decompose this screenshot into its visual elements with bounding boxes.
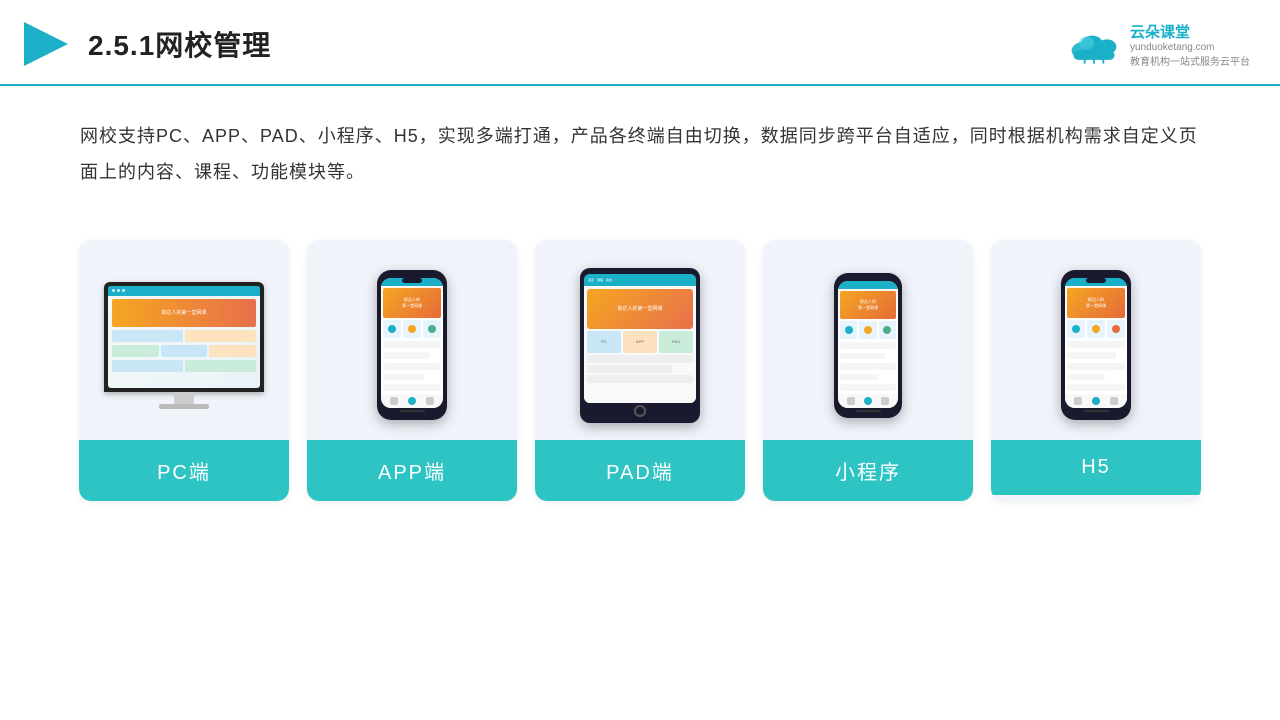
card-h5-label: H5 bbox=[991, 440, 1201, 495]
card-app: 职达人的第一堂网课 bbox=[307, 240, 517, 501]
header-left: 2.5.1网校管理 bbox=[20, 18, 271, 70]
logo-icon bbox=[1066, 24, 1122, 64]
card-miniprogram: 职达人的第一堂网课 bbox=[763, 240, 973, 501]
card-pad-image: 首页 课程 我的 职达人的第一堂网课 PC APP PAD bbox=[535, 240, 745, 440]
card-app-label: APP端 bbox=[307, 440, 517, 501]
card-h5-image: 职达人的第一堂网课 bbox=[991, 240, 1201, 440]
card-h5: 职达人的第一堂网课 bbox=[991, 240, 1201, 501]
play-icon bbox=[20, 18, 72, 70]
header: 2.5.1网校管理 云朵课堂 yunduoketang.com 教育机构一站式服… bbox=[0, 0, 1280, 86]
card-miniprogram-image: 职达人的第一堂网课 bbox=[763, 240, 973, 440]
card-pc-label: PC端 bbox=[79, 440, 289, 501]
card-pc-image: 职达人的第一堂网课 bbox=[79, 240, 289, 440]
card-miniprogram-label: 小程序 bbox=[763, 440, 973, 501]
app-device-mock: 职达人的第一堂网课 bbox=[377, 270, 447, 420]
card-pad: 首页 课程 我的 职达人的第一堂网课 PC APP PAD bbox=[535, 240, 745, 501]
logo-text: 云朵课堂 yunduoketang.com 教育机构一站式服务云平台 bbox=[1130, 21, 1250, 68]
card-pad-label: PAD端 bbox=[535, 440, 745, 501]
card-pc: 职达人的第一堂网课 bbox=[79, 240, 289, 501]
logo-area: 云朵课堂 yunduoketang.com 教育机构一站式服务云平台 bbox=[1066, 21, 1250, 68]
card-app-image: 职达人的第一堂网课 bbox=[307, 240, 517, 440]
miniprogram-device-mock: 职达人的第一堂网课 bbox=[834, 273, 902, 418]
cards-container: 职达人的第一堂网课 bbox=[0, 220, 1280, 531]
h5-device-mock: 职达人的第一堂网课 bbox=[1061, 270, 1131, 420]
pc-device-mock: 职达人的第一堂网课 bbox=[104, 282, 264, 409]
pad-device-mock: 首页 课程 我的 职达人的第一堂网课 PC APP PAD bbox=[580, 268, 700, 423]
page-title: 2.5.1网校管理 bbox=[88, 24, 271, 64]
description-text: 网校支持PC、APP、PAD、小程序、H5，实现多端打通，产品各终端自由切换，数… bbox=[0, 86, 1280, 210]
